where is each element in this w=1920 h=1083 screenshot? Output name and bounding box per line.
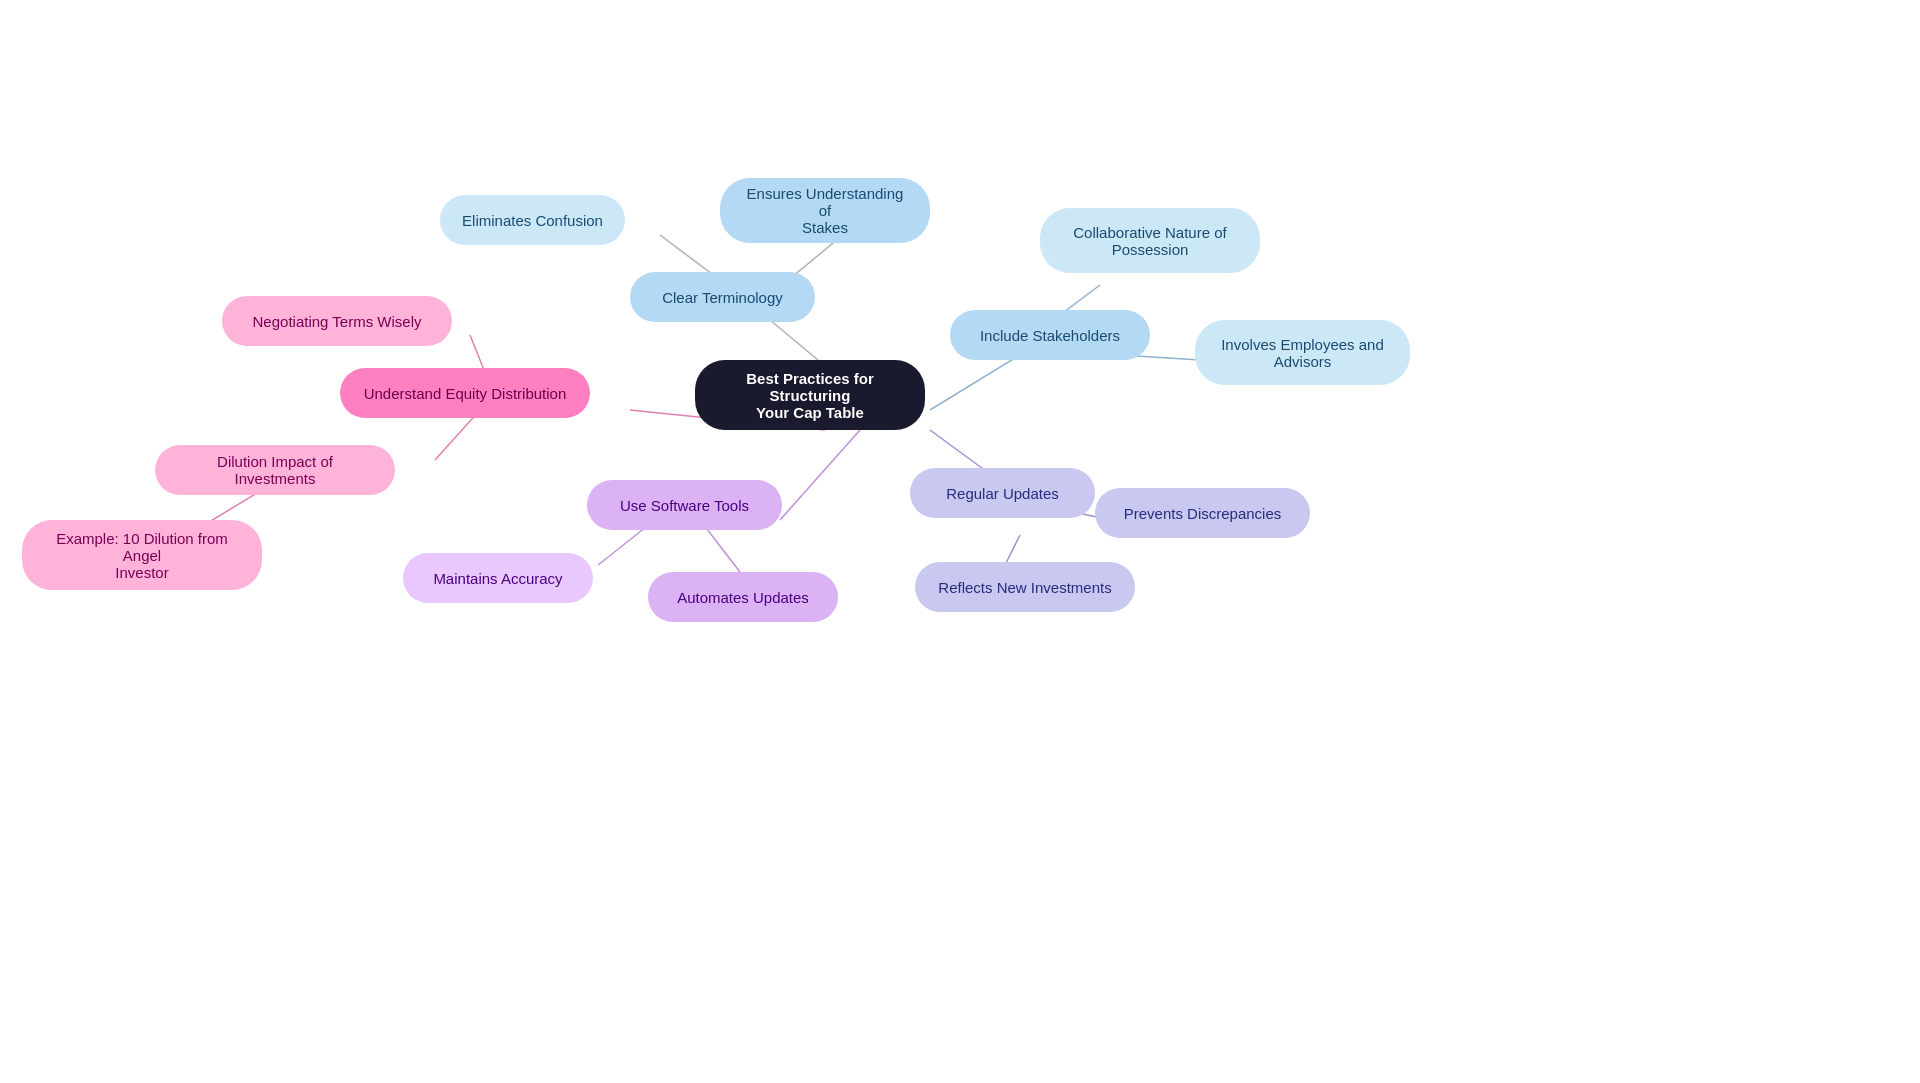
maintains-accuracy-node: Maintains Accuracy [403, 553, 593, 603]
center-node: Best Practices for Structuring Your Cap … [695, 360, 925, 430]
regular-updates-label: Regular Updates [946, 485, 1059, 502]
include-stakeholders-node: Include Stakeholders [950, 310, 1150, 360]
understand-equity-label: Understand Equity Distribution [364, 385, 567, 402]
maintains-accuracy-label: Maintains Accuracy [433, 570, 562, 587]
clear-terminology-node: Clear Terminology [630, 272, 815, 322]
svg-line-10 [930, 355, 1020, 410]
example-10-node: Example: 10 Dilution from Angel Investor [22, 520, 262, 590]
automates-updates-node: Automates Updates [648, 572, 838, 622]
prevents-discrepancies-node: Prevents Discrepancies [1095, 488, 1310, 538]
dilution-impact-node: Dilution Impact of Investments [155, 445, 395, 495]
reflects-new-node: Reflects New Investments [915, 562, 1135, 612]
eliminates-confusion-node: Eliminates Confusion [440, 195, 625, 245]
eliminates-confusion-label: Eliminates Confusion [462, 212, 603, 229]
automates-updates-label: Automates Updates [677, 589, 809, 606]
clear-terminology-label: Clear Terminology [662, 289, 783, 306]
include-stakeholders-label: Include Stakeholders [980, 327, 1120, 344]
center-label: Best Practices for Structuring Your Cap … [715, 370, 905, 421]
regular-updates-node: Regular Updates [910, 468, 1095, 518]
collaborative-nature-node: Collaborative Nature of Possession [1040, 208, 1260, 273]
involves-employees-node: Involves Employees and Advisors [1195, 320, 1410, 385]
understand-equity-node: Understand Equity Distribution [340, 368, 590, 418]
dilution-impact-label: Dilution Impact of Investments [175, 453, 375, 487]
involves-employees-label: Involves Employees and Advisors [1221, 336, 1384, 370]
svg-line-7 [780, 430, 860, 520]
negotiating-terms-label: Negotiating Terms Wisely [253, 313, 422, 330]
example-10-label: Example: 10 Dilution from Angel Investor [42, 530, 242, 581]
prevents-discrepancies-label: Prevents Discrepancies [1124, 505, 1282, 522]
ensures-understanding-label: Ensures Understanding of Stakes [740, 185, 910, 236]
use-software-label: Use Software Tools [620, 497, 749, 514]
negotiating-terms-node: Negotiating Terms Wisely [222, 296, 452, 346]
reflects-new-label: Reflects New Investments [938, 579, 1111, 596]
collaborative-nature-label: Collaborative Nature of Possession [1073, 224, 1226, 258]
ensures-understanding-node: Ensures Understanding of Stakes [720, 178, 930, 243]
use-software-node: Use Software Tools [587, 480, 782, 530]
